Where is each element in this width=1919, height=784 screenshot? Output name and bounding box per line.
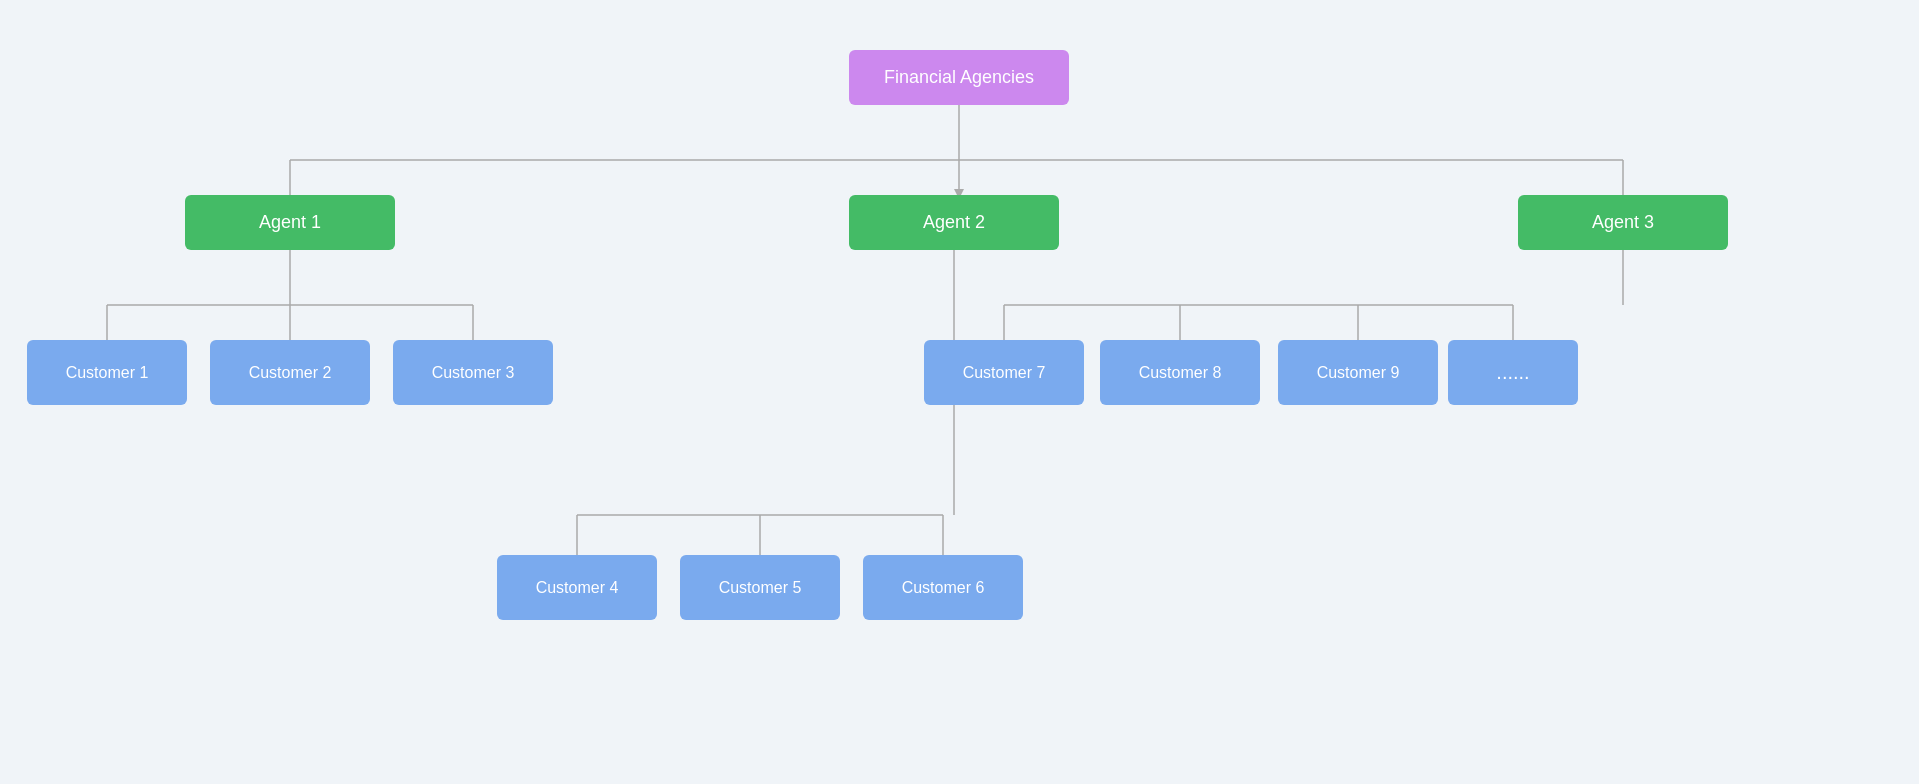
- customer6-node[interactable]: Customer 6: [863, 555, 1023, 620]
- diagram-container: Financial Agencies Agent 1 Agent 2 Agent…: [0, 0, 1919, 784]
- agent2-node[interactable]: Agent 2: [849, 195, 1059, 250]
- customer9-node[interactable]: Customer 9: [1278, 340, 1438, 405]
- customer-more-node[interactable]: ......: [1448, 340, 1578, 405]
- customer1-node[interactable]: Customer 1: [27, 340, 187, 405]
- agent1-node[interactable]: Agent 1: [185, 195, 395, 250]
- customer7-node[interactable]: Customer 7: [924, 340, 1084, 405]
- customer2-node[interactable]: Customer 2: [210, 340, 370, 405]
- customer8-node[interactable]: Customer 8: [1100, 340, 1260, 405]
- customer4-node[interactable]: Customer 4: [497, 555, 657, 620]
- customer5-node[interactable]: Customer 5: [680, 555, 840, 620]
- root-node[interactable]: Financial Agencies: [849, 50, 1069, 105]
- agent3-node[interactable]: Agent 3: [1518, 195, 1728, 250]
- customer3-node[interactable]: Customer 3: [393, 340, 553, 405]
